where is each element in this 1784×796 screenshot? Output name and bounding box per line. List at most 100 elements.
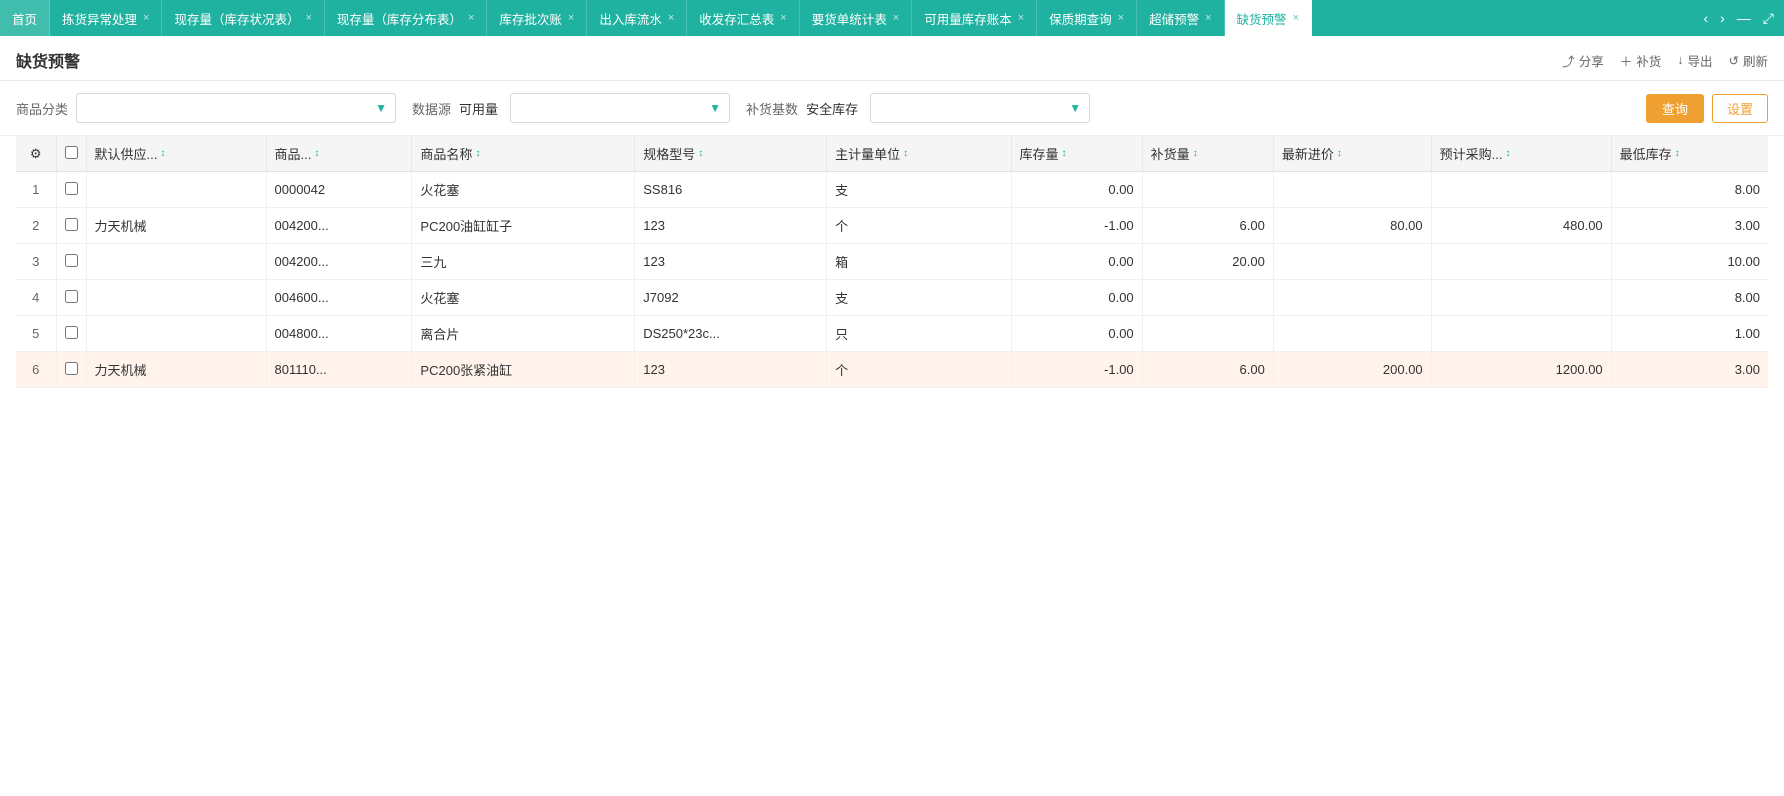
supplier-sort-icon[interactable]: ↕: [160, 148, 165, 159]
tab-item-expiry[interactable]: 保质期查询×: [1037, 0, 1137, 36]
td-checkbox-2: [56, 244, 86, 280]
tab-item-inout[interactable]: 出入库流水×: [587, 0, 687, 36]
th-code-label: 商品...: [275, 144, 312, 163]
datasource-arrow-icon: ▼: [709, 101, 721, 115]
tab-expand-button[interactable]: ⤢: [1757, 0, 1780, 36]
replenish-icon: ＋: [1620, 51, 1633, 70]
th-estimated-purchase: 预计采购... ↕: [1431, 136, 1611, 172]
td-latest-price-3: [1273, 280, 1431, 316]
row-checkbox-2[interactable]: [65, 254, 78, 267]
tab-close-collect[interactable]: ×: [780, 12, 786, 24]
export-action[interactable]: ↓ 导出: [1677, 51, 1712, 70]
estimated-purchase-sort-icon[interactable]: ↕: [1506, 148, 1511, 159]
replenish-base-select[interactable]: ▼: [870, 93, 1090, 123]
column-gear-icon[interactable]: ⚙: [30, 146, 42, 161]
th-spec-label: 规格型号: [643, 144, 695, 163]
tab-item-demand[interactable]: 要货单统计表 ×: [800, 0, 912, 36]
settings-button[interactable]: 设置: [1712, 94, 1768, 123]
latest-price-sort-icon[interactable]: ↕: [1337, 148, 1342, 159]
tab-item-inventory-dist[interactable]: 现存量（库存分布表） ×: [325, 0, 487, 36]
row-checkbox-5[interactable]: [65, 362, 78, 375]
share-action[interactable]: ⤴ 分享: [1562, 51, 1604, 70]
tab-close-inventory-status[interactable]: ×: [305, 12, 311, 24]
tab-item-collect[interactable]: 收发存汇总表×: [687, 0, 799, 36]
stock-sort-icon[interactable]: ↕: [1062, 148, 1067, 159]
tab-close-anomaly[interactable]: ×: [143, 12, 149, 24]
tab-nav-buttons: ‹ › — ⤢: [1697, 0, 1784, 36]
tab-bar: 首页拣货异常处理×现存量（库存状况表）×现存量（库存分布表）×库存批次账×出入库…: [0, 0, 1784, 36]
td-stock-2: 0.00: [1011, 244, 1142, 280]
spec-sort-icon[interactable]: ↕: [698, 148, 703, 159]
replenish-sort-icon[interactable]: ↕: [1193, 148, 1198, 159]
min-stock-sort-icon[interactable]: ↕: [1675, 148, 1680, 159]
row-checkbox-1[interactable]: [65, 218, 78, 231]
td-spec-5: 123: [635, 352, 827, 388]
th-supplier: 默认供应... ↕: [86, 136, 266, 172]
tab-item-available[interactable]: 可用量库存账本×: [912, 0, 1037, 36]
tab-close-available[interactable]: ×: [1018, 12, 1024, 24]
datasource-filter-group: 数据源 可用量 ▼: [412, 93, 730, 123]
code-sort-icon[interactable]: ↕: [314, 148, 319, 159]
th-latest-price-label: 最新进价: [1282, 144, 1334, 163]
tab-item-overstock[interactable]: 超储预警×: [1137, 0, 1224, 36]
query-button[interactable]: 查询: [1646, 94, 1704, 123]
datasource-select[interactable]: ▼: [510, 93, 730, 123]
th-unit: 主计量单位 ↕: [827, 136, 1011, 172]
replenish-label: 补货: [1636, 51, 1661, 70]
td-supplier-0: [86, 172, 266, 208]
td-row-num-4: 5: [16, 316, 56, 352]
td-estimated-purchase-1: 480.00: [1431, 208, 1611, 244]
tab-label-anomaly: 拣货异常处理: [62, 9, 137, 28]
export-icon: ↓: [1677, 53, 1683, 67]
td-min-stock-3: 8.00: [1611, 280, 1768, 316]
tab-label-shortage: 缺货预警: [1237, 9, 1287, 28]
refresh-action[interactable]: ↺ 刷新: [1729, 51, 1769, 70]
tab-close-demand[interactable]: ×: [893, 12, 899, 24]
table-row: 1 0000042 火花塞 SS816 支 0.00 8.00: [16, 172, 1768, 208]
td-unit-2: 箱: [827, 244, 1011, 280]
row-checkbox-4[interactable]: [65, 326, 78, 339]
td-unit-0: 支: [827, 172, 1011, 208]
tab-item-home[interactable]: 首页: [0, 0, 50, 36]
tab-close-inventory-dist[interactable]: ×: [468, 12, 474, 24]
tab-item-batch[interactable]: 库存批次账×: [487, 0, 587, 36]
tab-minimize-button[interactable]: —: [1731, 0, 1757, 36]
td-spec-2: 123: [635, 244, 827, 280]
td-min-stock-5: 3.00: [1611, 352, 1768, 388]
table-row: 2 力天机械 004200... PC200油缸缸子 123 个 -1.00 6…: [16, 208, 1768, 244]
td-row-num-0: 1: [16, 172, 56, 208]
page-header: 缺货预警 ⤴ 分享 ＋ 补货 ↓ 导出 ↺ 刷新: [0, 36, 1784, 81]
th-gear: ⚙: [16, 136, 56, 172]
tab-next-button[interactable]: ›: [1714, 0, 1731, 36]
category-select[interactable]: ▼: [76, 93, 396, 123]
td-code-0: 0000042: [266, 172, 412, 208]
row-checkbox-0[interactable]: [65, 182, 78, 195]
tab-item-anomaly[interactable]: 拣货异常处理 ×: [50, 0, 162, 36]
th-stock: 库存量 ↕: [1011, 136, 1142, 172]
select-all-checkbox[interactable]: [65, 146, 78, 159]
td-estimated-purchase-5: 1200.00: [1431, 352, 1611, 388]
tab-close-overstock[interactable]: ×: [1205, 12, 1211, 24]
tab-close-expiry[interactable]: ×: [1118, 12, 1124, 24]
tab-item-shortage[interactable]: 缺货预警 ×: [1225, 0, 1312, 36]
tab-item-inventory-status[interactable]: 现存量（库存状况表）×: [162, 0, 324, 36]
td-stock-3: 0.00: [1011, 280, 1142, 316]
tab-close-inout[interactable]: ×: [668, 12, 674, 24]
name-sort-icon[interactable]: ↕: [475, 148, 480, 159]
unit-sort-icon[interactable]: ↕: [903, 148, 908, 159]
td-estimated-purchase-0: [1431, 172, 1611, 208]
td-min-stock-0: 8.00: [1611, 172, 1768, 208]
th-unit-label: 主计量单位: [835, 144, 900, 163]
tab-label-inventory-dist: 现存量（库存分布表）: [337, 9, 462, 28]
row-checkbox-3[interactable]: [65, 290, 78, 303]
td-code-5: 801110...: [266, 352, 412, 388]
tab-prev-button[interactable]: ‹: [1697, 0, 1714, 36]
td-supplier-3: [86, 280, 266, 316]
tab-close-batch[interactable]: ×: [568, 12, 574, 24]
tab-label-demand: 要货单统计表: [812, 9, 887, 28]
td-replenish-5: 6.00: [1142, 352, 1273, 388]
td-stock-5: -1.00: [1011, 352, 1142, 388]
tab-close-shortage[interactable]: ×: [1293, 12, 1299, 24]
td-row-num-2: 3: [16, 244, 56, 280]
replenish-action[interactable]: ＋ 补货: [1620, 51, 1662, 70]
